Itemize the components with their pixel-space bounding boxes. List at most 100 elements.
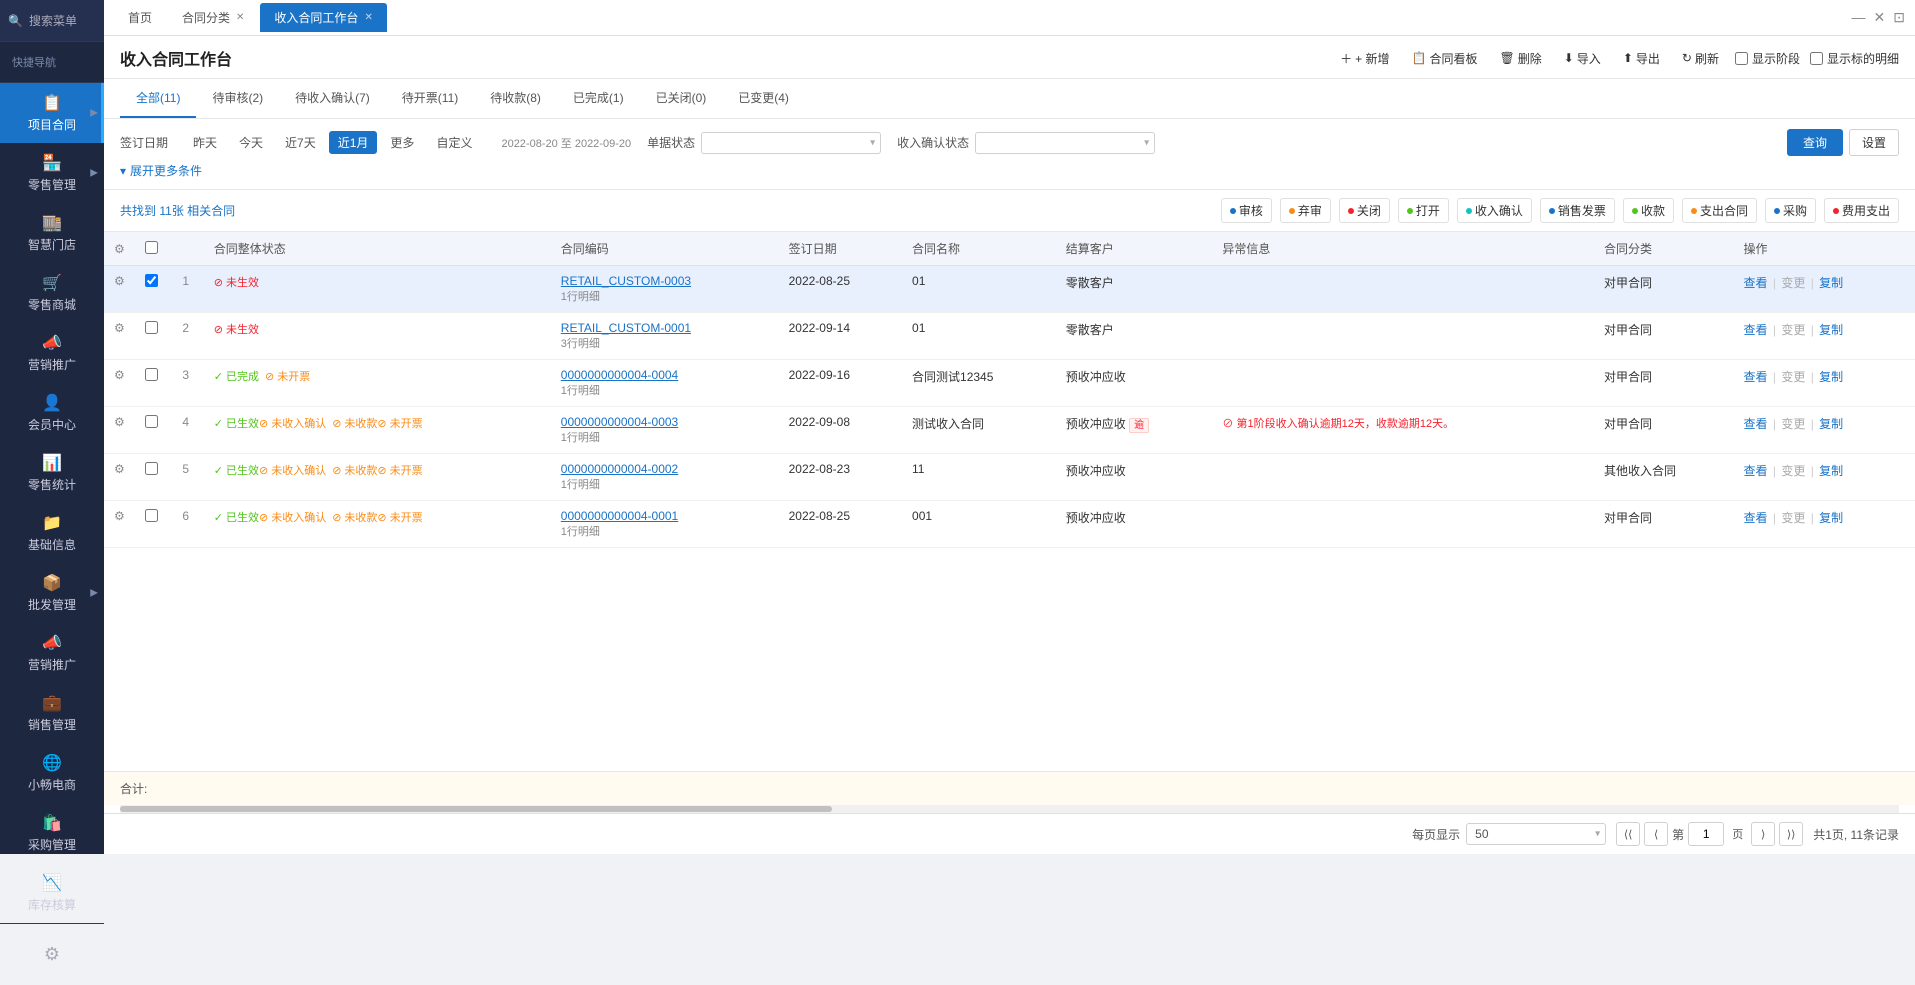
last-page-btn[interactable]: ⟩⟩ xyxy=(1779,822,1803,846)
row-checkbox-cell[interactable] xyxy=(135,501,168,548)
status-tab-closed[interactable]: 已关闭(0) xyxy=(640,79,723,118)
col-settings[interactable]: ⚙ xyxy=(104,232,135,266)
expand-conditions-btn[interactable]: ▾ 展开更多条件 xyxy=(120,162,1899,179)
doc-status-select[interactable] xyxy=(701,132,881,154)
status-tab-changed[interactable]: 已变更(4) xyxy=(722,79,805,118)
sidebar-item-inventory[interactable]: 📉 库存核算 xyxy=(0,863,104,923)
tab-contract_cat[interactable]: 合同分类✕ xyxy=(168,3,258,32)
op-copy-link[interactable]: 复制 xyxy=(1819,323,1843,337)
next-page-btn[interactable]: ⟩ xyxy=(1751,822,1775,846)
op-copy-link[interactable]: 复制 xyxy=(1819,370,1843,384)
window-minimize-btn[interactable]: — xyxy=(1852,9,1866,26)
refresh-btn[interactable]: ↻ 刷新 xyxy=(1676,47,1725,70)
status-tab-completed[interactable]: 已完成(1) xyxy=(557,79,640,118)
op-view-link[interactable]: 查看 xyxy=(1744,276,1768,290)
sidebar-item-retail_mgmt[interactable]: 🏪 零售管理 ▶ xyxy=(0,143,104,203)
sidebar-item-marketing[interactable]: 📣 营销推广 xyxy=(0,323,104,383)
horizontal-scrollbar[interactable] xyxy=(120,805,1899,813)
date-btn-more[interactable]: 更多 xyxy=(381,131,423,154)
row-settings-cell[interactable]: ⚙ xyxy=(104,407,135,454)
select-all-checkbox[interactable] xyxy=(145,241,158,254)
op-change-link[interactable]: 变更 xyxy=(1781,370,1805,384)
status-tab-pending_review[interactable]: 待审核(2) xyxy=(196,79,279,118)
window-close-btn[interactable]: ✕ xyxy=(1874,9,1886,26)
window-maximize-btn[interactable]: ⊡ xyxy=(1893,9,1905,26)
sidebar-item-xiaochang[interactable]: 🌐 小畅电商 xyxy=(0,743,104,803)
show-segment-checkbox[interactable]: 显示阶段 xyxy=(1735,50,1800,67)
row-checkbox[interactable] xyxy=(145,415,158,428)
row-checkbox-cell[interactable] xyxy=(135,407,168,454)
sidebar-item-marketing2[interactable]: 📣 营销推广 xyxy=(0,623,104,683)
op-view-link[interactable]: 查看 xyxy=(1744,417,1768,431)
row-checkbox[interactable] xyxy=(145,462,158,475)
op-change-link[interactable]: 变更 xyxy=(1781,323,1805,337)
sidebar-item-retail_mall[interactable]: 🛒 零售商城 xyxy=(0,263,104,323)
row-checkbox[interactable] xyxy=(145,321,158,334)
scroll-thumb[interactable] xyxy=(120,806,832,812)
action-btn-income_confirm[interactable]: 收入确认 xyxy=(1457,198,1532,223)
add-btn[interactable]: ＋ + 新增 xyxy=(1334,47,1395,70)
op-view-link[interactable]: 查看 xyxy=(1744,323,1768,337)
op-view-link[interactable]: 查看 xyxy=(1744,511,1768,525)
sidebar-item-base_info[interactable]: 📁 基础信息 xyxy=(0,503,104,563)
row-checkbox[interactable] xyxy=(145,509,158,522)
query-btn[interactable]: 查询 xyxy=(1787,129,1843,156)
date-btn-today[interactable]: 今天 xyxy=(230,131,272,154)
contract-code-link[interactable]: RETAIL_CUSTOM-0003 xyxy=(561,274,769,288)
row-checkbox-cell[interactable] xyxy=(135,454,168,501)
kanban-btn[interactable]: 📋 合同看板 xyxy=(1406,47,1484,70)
action-btn-expense[interactable]: 费用支出 xyxy=(1824,198,1899,223)
sidebar-settings-btn[interactable]: ⚙ xyxy=(0,934,104,975)
date-btn-yesterday[interactable]: 昨天 xyxy=(184,131,226,154)
row-settings-cell[interactable]: ⚙ xyxy=(104,454,135,501)
op-view-link[interactable]: 查看 xyxy=(1744,370,1768,384)
op-change-link[interactable]: 变更 xyxy=(1781,276,1805,290)
contract-code-link[interactable]: 0000000000004-0002 xyxy=(561,462,769,476)
sidebar-item-retail_stats[interactable]: 📊 零售统计 xyxy=(0,443,104,503)
import-btn[interactable]: ⬇ 导入 xyxy=(1558,47,1607,70)
action-btn-close[interactable]: 关闭 xyxy=(1339,198,1390,223)
contract-code-link[interactable]: 0000000000004-0003 xyxy=(561,415,769,429)
status-tab-pending_receipt[interactable]: 待收款(8) xyxy=(474,79,557,118)
action-btn-purchase[interactable]: 采购 xyxy=(1765,198,1816,223)
op-copy-link[interactable]: 复制 xyxy=(1819,511,1843,525)
row-settings-cell[interactable]: ⚙ xyxy=(104,501,135,548)
sidebar-item-smart_store[interactable]: 🏬 智慧门店 xyxy=(0,203,104,263)
row-settings-cell[interactable]: ⚙ xyxy=(104,360,135,407)
show-milestone-checkbox[interactable]: 显示标的明细 xyxy=(1810,50,1899,67)
row-checkbox[interactable] xyxy=(145,274,158,287)
row-settings-cell[interactable]: ⚙ xyxy=(104,266,135,313)
date-btn-last7[interactable]: 近7天 xyxy=(276,131,325,154)
export-btn[interactable]: ⬆ 导出 xyxy=(1617,47,1666,70)
income-confirm-select[interactable] xyxy=(975,132,1155,154)
op-change-link[interactable]: 变更 xyxy=(1781,511,1805,525)
action-btn-abandon[interactable]: 弃审 xyxy=(1280,198,1331,223)
date-btn-last1month[interactable]: 近1月 xyxy=(329,131,378,154)
sidebar-item-project[interactable]: 📋 项目合同 ▶ xyxy=(0,83,104,143)
contract-code-link[interactable]: 0000000000004-0004 xyxy=(561,368,769,382)
contract-code-link[interactable]: 0000000000004-0001 xyxy=(561,509,769,523)
op-copy-link[interactable]: 复制 xyxy=(1819,276,1843,290)
action-btn-open[interactable]: 打开 xyxy=(1398,198,1449,223)
action-btn-outgoing_contract[interactable]: 支出合同 xyxy=(1682,198,1757,223)
contract-code-link[interactable]: RETAIL_CUSTOM-0001 xyxy=(561,321,769,335)
action-btn-receipt[interactable]: 收款 xyxy=(1623,198,1674,223)
op-view-link[interactable]: 查看 xyxy=(1744,464,1768,478)
date-btn-custom[interactable]: 自定义 xyxy=(427,131,481,154)
page-number-input[interactable] xyxy=(1688,822,1724,846)
sidebar-search[interactable]: 🔍 搜索菜单 xyxy=(0,0,104,42)
op-copy-link[interactable]: 复制 xyxy=(1819,417,1843,431)
row-checkbox-cell[interactable] xyxy=(135,360,168,407)
col-checkbox[interactable] xyxy=(135,232,168,266)
delete-btn[interactable]: 🗑 删除 xyxy=(1493,47,1547,70)
action-btn-review[interactable]: 审核 xyxy=(1221,198,1272,223)
status-tab-pending_invoice[interactable]: 待开票(11) xyxy=(386,79,474,118)
row-checkbox-cell[interactable] xyxy=(135,266,168,313)
row-checkbox[interactable] xyxy=(145,368,158,381)
filter-settings-btn[interactable]: 设置 xyxy=(1849,129,1899,156)
tab-income_workbench[interactable]: 收入合同工作台✕ xyxy=(260,3,386,32)
op-change-link[interactable]: 变更 xyxy=(1781,464,1805,478)
tab-close-btn[interactable]: ✕ xyxy=(236,12,244,23)
first-page-btn[interactable]: ⟨⟨ xyxy=(1616,822,1640,846)
status-tab-all[interactable]: 全部(11) xyxy=(120,79,196,118)
